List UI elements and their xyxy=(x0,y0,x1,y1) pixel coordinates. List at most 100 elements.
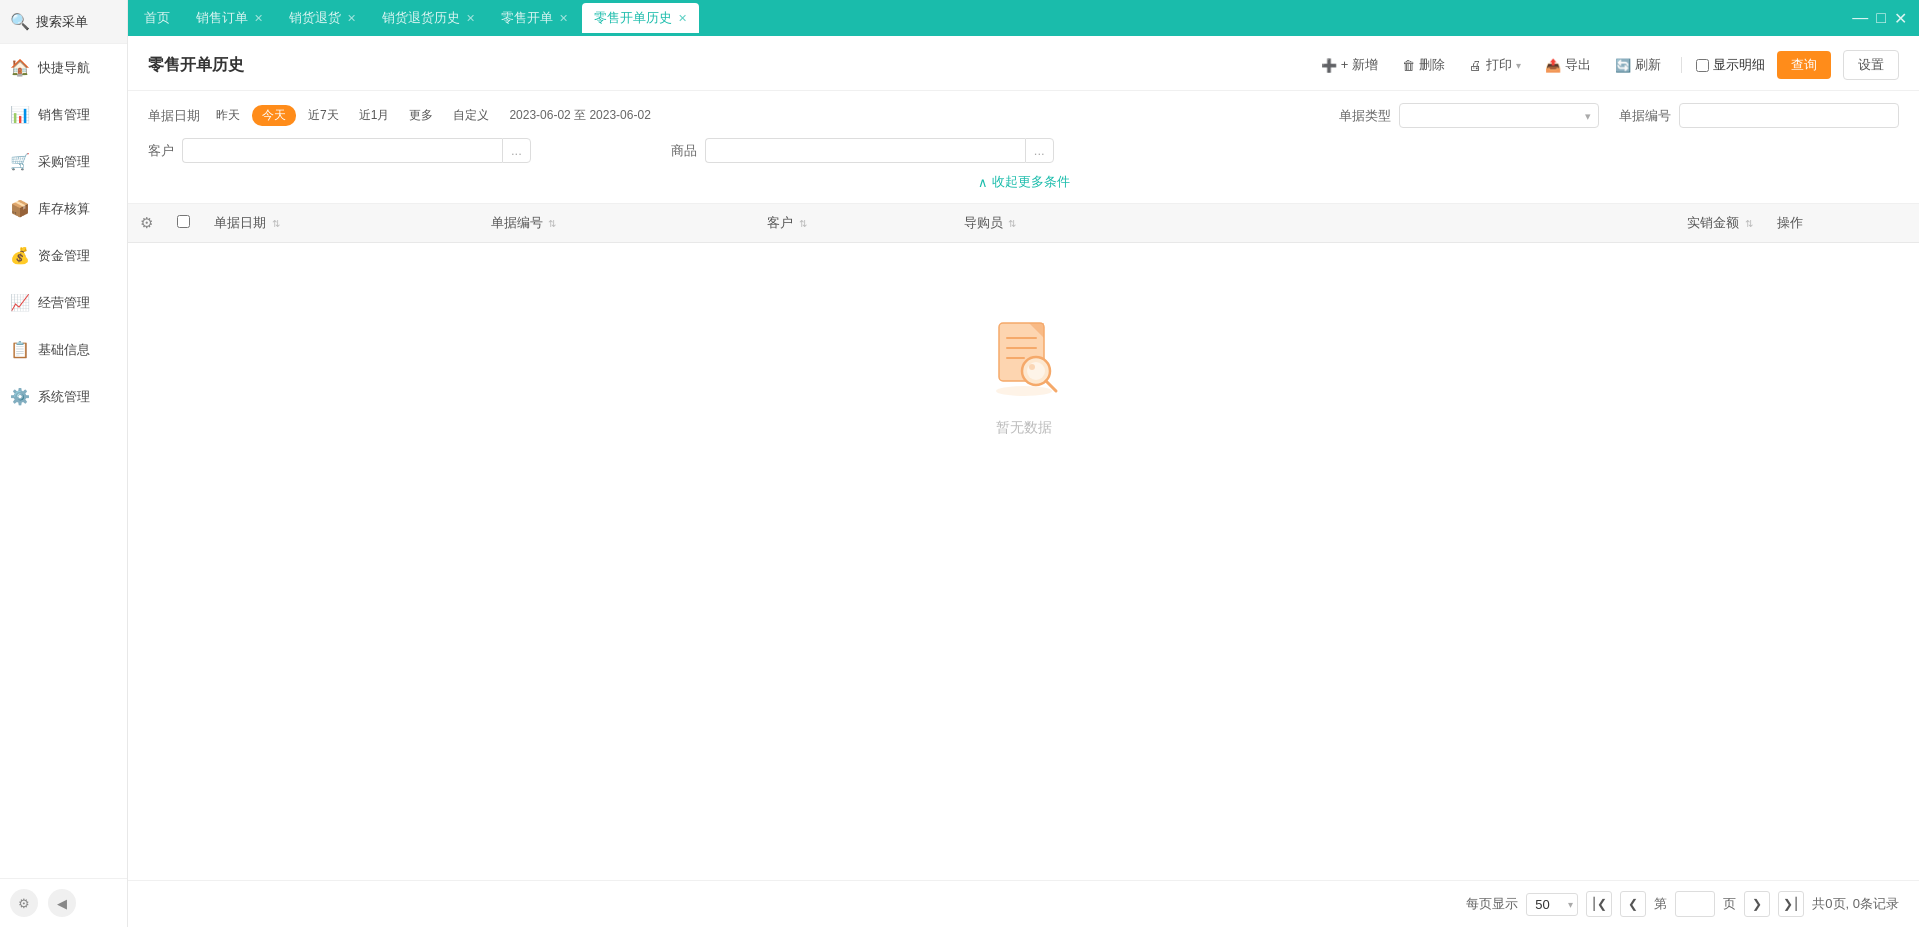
sort-customer-icon[interactable]: ⇅ xyxy=(799,218,807,229)
filter-area: 单据日期 昨天今天近7天近1月更多自定义 2023-06-02 至 2023-0… xyxy=(128,91,1919,204)
page-label-post: 页 xyxy=(1723,895,1736,913)
empty-text: 暂无数据 xyxy=(996,419,1052,437)
current-page-input[interactable]: 1 xyxy=(1675,891,1715,917)
table-header-row: ⚙ 单据日期 ⇅ 单据编号 ⇅ xyxy=(128,204,1919,243)
customer-input-group: ... xyxy=(182,138,531,163)
type-select[interactable] xyxy=(1399,103,1599,128)
print-button[interactable]: 🖨 打印 ▾ xyxy=(1463,52,1527,78)
tab-label-retail-open-history: 零售开单历史 xyxy=(594,9,672,27)
collapse-label: 收起更多条件 xyxy=(992,173,1070,191)
nav-icon-operations: 📈 xyxy=(10,293,30,312)
date-opt-更多[interactable]: 更多 xyxy=(401,105,441,126)
th-customer: 客户 ⇅ xyxy=(755,204,951,243)
column-settings-icon[interactable]: ⚙ xyxy=(140,214,153,231)
product-input[interactable] xyxy=(705,138,1025,163)
collapse-more-btn[interactable]: ∧ 收起更多条件 xyxy=(148,173,1899,191)
minimize-btn[interactable]: — xyxy=(1852,9,1868,27)
sidebar-item-inventory[interactable]: 📦库存核算 xyxy=(0,185,127,232)
first-page-btn[interactable]: ⎮❮ xyxy=(1586,891,1612,917)
maximize-btn[interactable]: □ xyxy=(1876,9,1886,27)
tab-sales-order[interactable]: 销售订单✕ xyxy=(184,3,275,33)
sidebar-item-operations[interactable]: 📈 经营管理 xyxy=(0,279,127,326)
tab-close-retail-open-history[interactable]: ✕ xyxy=(678,12,687,25)
close-btn[interactable]: ✕ xyxy=(1894,9,1907,28)
tab-close-retail-open[interactable]: ✕ xyxy=(559,12,568,25)
page-header: 零售开单历史 ➕ + 新增 🗑 删除 🖨 打印 ▾ 📤 导出 xyxy=(128,36,1919,91)
tab-label-home: 首页 xyxy=(144,9,170,27)
tab-sales-return-history[interactable]: 销货退货历史 ✕ xyxy=(370,3,487,33)
customer-input[interactable] xyxy=(182,138,502,163)
add-button[interactable]: ➕ + 新增 xyxy=(1315,52,1384,78)
sidebar-item-finance[interactable]: 💰资金管理 xyxy=(0,232,127,279)
tab-retail-open-history[interactable]: 零售开单历史 ✕ xyxy=(582,3,699,33)
th-settings: ⚙ xyxy=(128,204,165,243)
next-page-btn[interactable]: ❯ xyxy=(1744,891,1770,917)
type-select-wrapper xyxy=(1399,103,1599,128)
tab-label-sales-return-history: 销货退货历史 xyxy=(382,9,460,27)
th-number-label: 单据编号 xyxy=(491,215,543,230)
tab-close-sales-return-history[interactable]: ✕ xyxy=(466,12,475,25)
refresh-button[interactable]: 🔄 刷新 xyxy=(1609,52,1667,78)
display-cols-checkbox[interactable] xyxy=(1696,59,1709,72)
sidebar-item-basic-info[interactable]: 📋基础信息 xyxy=(0,326,127,373)
sort-salesperson-icon[interactable]: ⇅ xyxy=(1008,218,1016,229)
customer-filter: 客户 ... xyxy=(148,138,531,163)
tab-retail-open[interactable]: 零售开单✕ xyxy=(489,3,580,33)
date-range-options: 昨天今天近7天近1月更多自定义 xyxy=(208,105,497,126)
sort-number-icon[interactable]: ⇅ xyxy=(548,218,556,229)
display-cols-toggle[interactable]: 显示明细 xyxy=(1696,56,1765,74)
nav-icon-purchase-mgmt: 🛒 xyxy=(10,152,30,171)
tab-home[interactable]: 首页 xyxy=(132,3,182,33)
nav-icon-basic-info: 📋 xyxy=(10,340,30,359)
date-opt-自定义[interactable]: 自定义 xyxy=(445,105,497,126)
th-amount: 实销金额 ⇅ xyxy=(1488,204,1765,243)
table-wrapper: ⚙ 单据日期 ⇅ 单据编号 ⇅ xyxy=(128,204,1919,880)
product-ellipsis-btn[interactable]: ... xyxy=(1025,138,1054,163)
svg-point-8 xyxy=(1027,362,1045,380)
delete-button[interactable]: 🗑 删除 xyxy=(1396,52,1451,78)
sidebar-search[interactable]: 🔍 搜索采单 xyxy=(0,0,127,44)
nav-label-operations: 经营管理 xyxy=(38,294,90,312)
th-date-label: 单据日期 xyxy=(214,215,266,230)
tab-close-sales-return[interactable]: ✕ xyxy=(347,12,356,25)
page-size-select[interactable]: 102050100 xyxy=(1526,893,1578,916)
prev-page-btn[interactable]: ❮ xyxy=(1620,891,1646,917)
number-input[interactable] xyxy=(1679,103,1899,128)
search-icon: 🔍 xyxy=(10,12,30,31)
th-date: 单据日期 ⇅ xyxy=(202,204,479,243)
settings-button[interactable]: 设置 xyxy=(1843,50,1899,80)
customer-ellipsis-btn[interactable]: ... xyxy=(502,138,531,163)
date-filter: 单据日期 昨天今天近7天近1月更多自定义 2023-06-02 至 2023-0… xyxy=(148,105,651,126)
sidebar-item-sys-mgmt[interactable]: ⚙️系统管理 xyxy=(0,373,127,420)
date-opt-昨天[interactable]: 昨天 xyxy=(208,105,248,126)
per-page-label: 每页显示 xyxy=(1466,895,1518,913)
product-filter-label: 商品 xyxy=(671,142,697,160)
query-button[interactable]: 查询 xyxy=(1777,51,1831,79)
main-area: 首页销售订单✕销货退货✕销货退货历史✕零售开单✕零售开单历史✕ — □ ✕ 零售… xyxy=(128,0,1919,927)
collapse-sidebar-icon[interactable]: ◀ xyxy=(48,889,76,917)
page-total: 共0页, 0条记录 xyxy=(1812,895,1899,913)
sidebar-item-sales-mgmt[interactable]: 📊销售管理 xyxy=(0,91,127,138)
refresh-icon: 🔄 xyxy=(1615,58,1631,73)
settings-bottom-icon[interactable]: ⚙ xyxy=(10,889,38,917)
tab-bar: 首页销售订单✕销货退货✕销货退货历史✕零售开单✕零售开单历史✕ — □ ✕ xyxy=(128,0,1919,36)
nav-icon-quick-nav: 🏠 xyxy=(10,58,30,77)
sidebar-nav: 🏠快捷导航📊销售管理🛒采购管理📦库存核算💰资金管理 📈 经营管理 📋基础信息⚙️系统管… xyxy=(0,44,127,420)
nav-label-inventory: 库存核算 xyxy=(38,200,90,218)
sidebar-item-purchase-mgmt[interactable]: 🛒采购管理 xyxy=(0,138,127,185)
tab-close-sales-order[interactable]: ✕ xyxy=(254,12,263,25)
select-all-checkbox[interactable] xyxy=(177,215,190,228)
content-area: 零售开单历史 ➕ + 新增 🗑 删除 🖨 打印 ▾ 📤 导出 xyxy=(128,36,1919,927)
date-opt-近1月[interactable]: 近1月 xyxy=(351,105,398,126)
sidebar-item-quick-nav[interactable]: 🏠快捷导航 xyxy=(0,44,127,91)
last-page-btn[interactable]: ❯⎮ xyxy=(1778,891,1804,917)
filter-row-1: 单据日期 昨天今天近7天近1月更多自定义 2023-06-02 至 2023-0… xyxy=(148,103,1899,128)
date-opt-今天[interactable]: 今天 xyxy=(252,105,296,126)
export-button[interactable]: 📤 导出 xyxy=(1539,52,1597,78)
sort-amount-icon[interactable]: ⇅ xyxy=(1745,218,1753,229)
tab-sales-return[interactable]: 销货退货✕ xyxy=(277,3,368,33)
date-opt-近7天[interactable]: 近7天 xyxy=(300,105,347,126)
customer-filter-label: 客户 xyxy=(148,142,174,160)
th-customer-label: 客户 xyxy=(767,215,793,230)
sort-date-icon[interactable]: ⇅ xyxy=(272,218,280,229)
